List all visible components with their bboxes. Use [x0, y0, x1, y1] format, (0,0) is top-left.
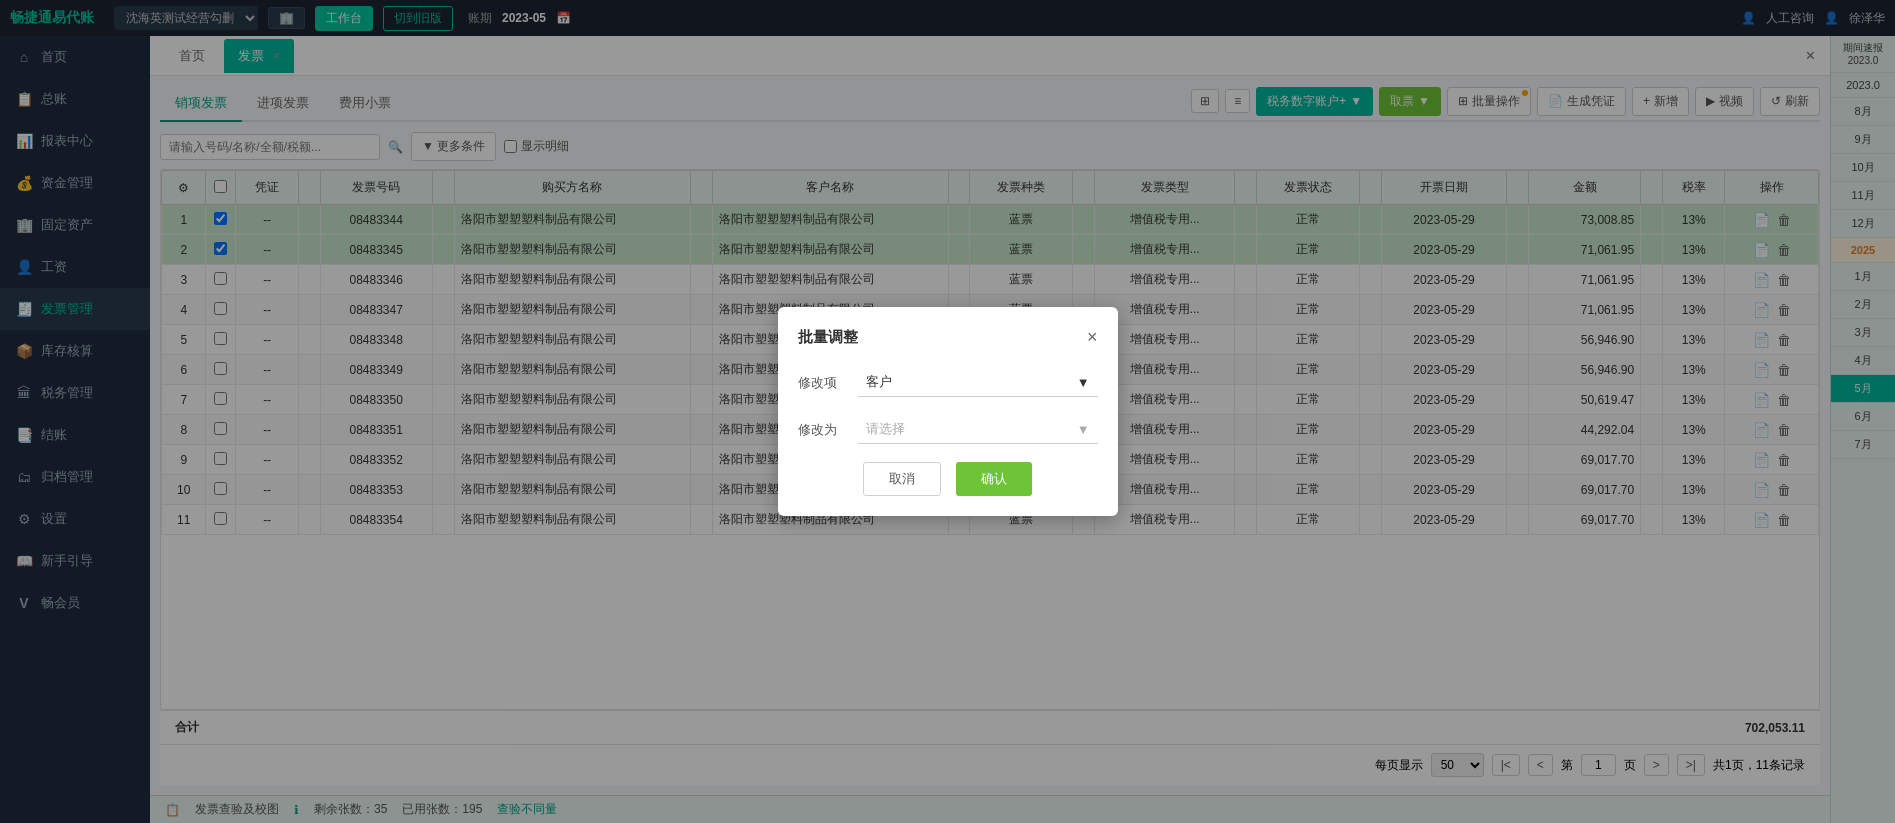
modal-field2-label: 修改为 — [798, 421, 858, 439]
modal-field1-dropdown-icon: ▼ — [1077, 375, 1090, 390]
modal-field1-select[interactable]: 客户 ▼ — [858, 368, 1098, 397]
batch-adjust-modal: 批量调整 × 修改项 客户 ▼ 修改为 请选择 ▼ 取消 确认 — [778, 307, 1118, 516]
modal-field2-select[interactable]: 请选择 ▼ — [858, 415, 1098, 444]
modal-confirm-btn[interactable]: 确认 — [956, 462, 1032, 496]
modal-field1: 修改项 客户 ▼ — [798, 368, 1098, 397]
modal-header: 批量调整 × — [798, 327, 1098, 348]
modal-title: 批量调整 — [798, 328, 858, 347]
modal-field2-dropdown-icon: ▼ — [1077, 422, 1090, 437]
modal-overlay[interactable]: 批量调整 × 修改项 客户 ▼ 修改为 请选择 ▼ 取消 确认 — [0, 0, 1895, 823]
modal-field1-label: 修改项 — [798, 374, 858, 392]
modal-field1-value: 客户 — [866, 373, 892, 391]
modal-field2: 修改为 请选择 ▼ — [798, 415, 1098, 444]
modal-field2-placeholder: 请选择 — [866, 420, 905, 438]
modal-close-btn[interactable]: × — [1087, 327, 1098, 348]
modal-cancel-btn[interactable]: 取消 — [863, 462, 941, 496]
modal-footer: 取消 确认 — [798, 462, 1098, 496]
